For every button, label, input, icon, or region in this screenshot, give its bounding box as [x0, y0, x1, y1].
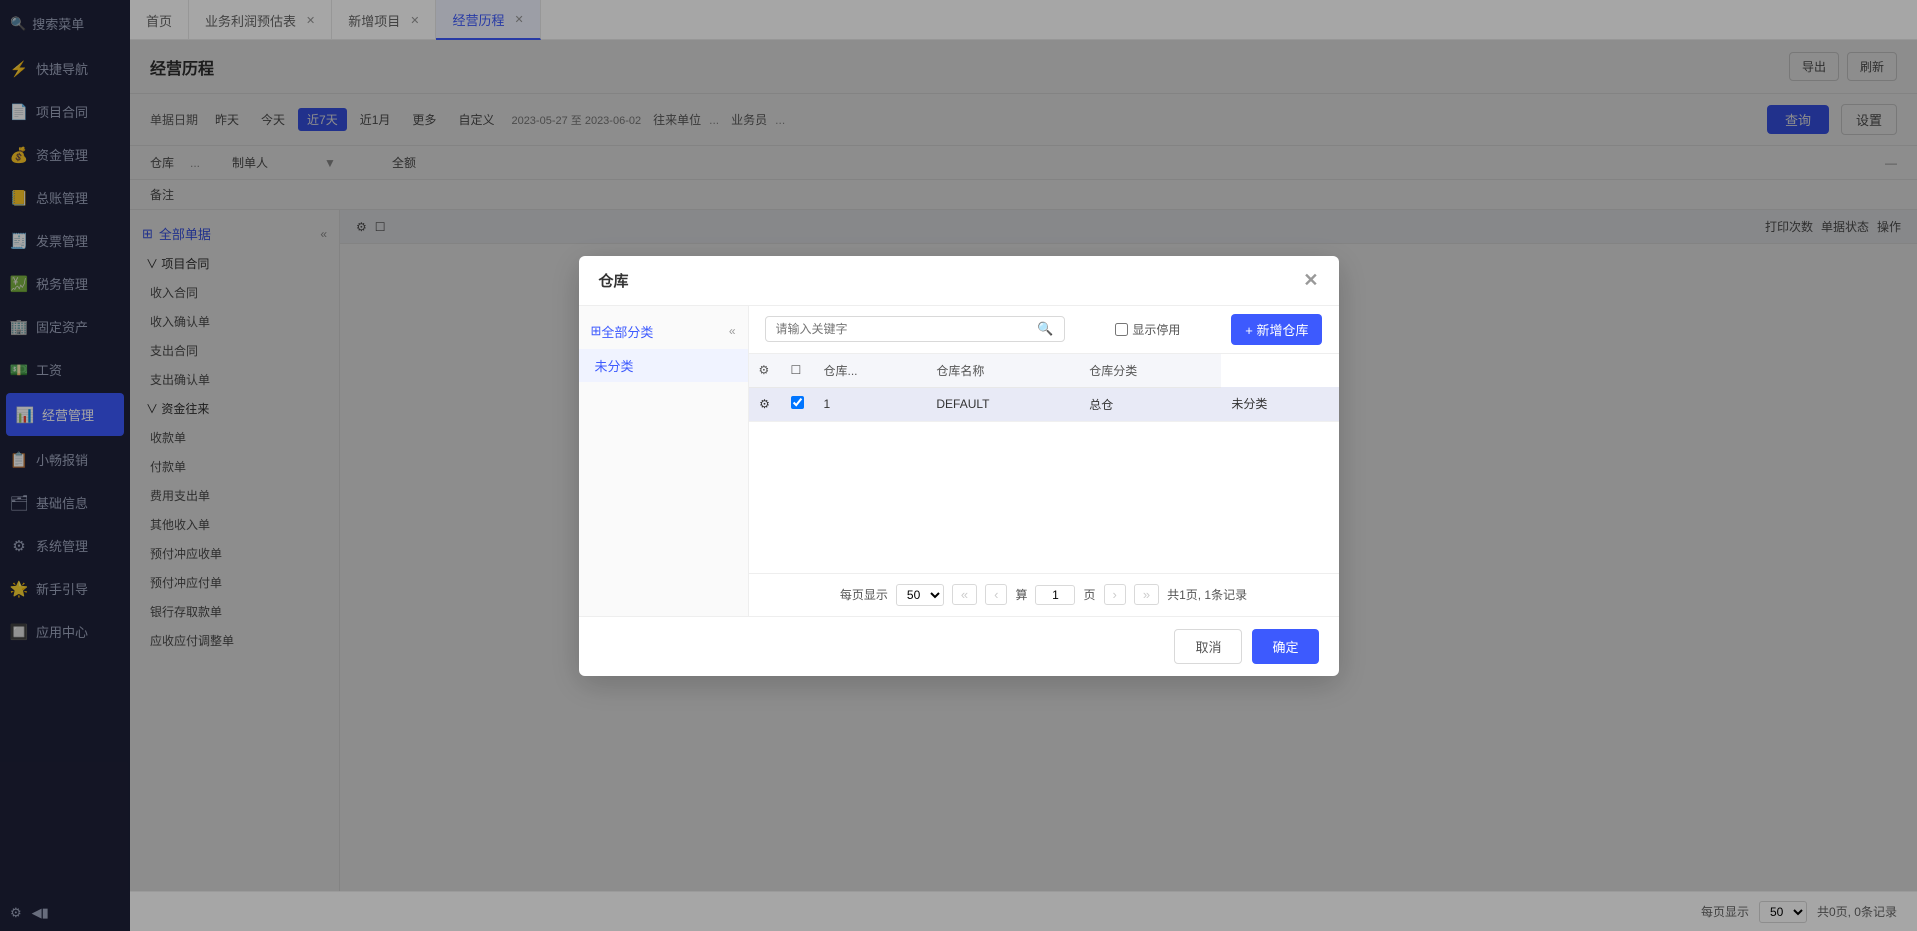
modal-search-input[interactable] [776, 322, 1032, 336]
row-code-0: DEFAULT [926, 387, 1079, 421]
modal-close-button[interactable]: ✕ [1303, 270, 1318, 291]
cancel-button[interactable]: 取消 [1174, 629, 1242, 664]
row-num-0: 1 [814, 387, 927, 421]
modal-page-label: 算 [1015, 586, 1027, 603]
modal-page-suffix: 页 [1083, 586, 1095, 603]
modal-table-wrap: ⚙ ☐ 仓库... 仓库名称 仓库分类 [749, 354, 1339, 573]
col-name-header: 仓库名称 [926, 354, 1079, 388]
col-check-header[interactable]: ☐ [781, 354, 814, 388]
row-check-0[interactable] [781, 387, 814, 421]
modal-next-page-btn[interactable]: › [1104, 584, 1126, 605]
modal-total-text: 共1页, 1条记录 [1167, 586, 1247, 603]
col-category-header: 仓库分类 [1079, 354, 1221, 388]
modal-sidebar-items: 未分类 [579, 349, 748, 382]
modal-header: 仓库 ✕ [579, 256, 1339, 306]
modal-sidebar-all[interactable]: ⊞ 全部分类 « [579, 314, 748, 349]
row-settings-0[interactable]: ⚙ [749, 387, 781, 421]
row-name-0: 总仓 [1079, 387, 1221, 421]
warehouse-modal: 仓库 ✕ ⊞ 全部分类 « 未分类 [579, 256, 1339, 676]
row-checkbox-0[interactable] [791, 396, 804, 409]
show-disabled-checkbox[interactable] [1115, 323, 1128, 336]
modal-footer: 取消 确定 [579, 616, 1339, 676]
table-row[interactable]: ⚙ 1 DEFAULT 总仓 未分类 [749, 387, 1339, 421]
modal-last-page-btn[interactable]: » [1134, 584, 1159, 605]
row-category-0: 未分类 [1221, 387, 1338, 421]
modal-sidebar-collapse[interactable]: « [729, 324, 736, 338]
modal-sidebar-all-label: 全部分类 [601, 322, 653, 341]
modal-search-box[interactable]: 🔍 [765, 316, 1065, 342]
col-num-header: 仓库... [814, 354, 927, 388]
modal-pagination: 每页显示 50 « ‹ 算 页 › » 共1页, 1条记录 [749, 573, 1339, 616]
modal-table-body: ⚙ 1 DEFAULT 总仓 未分类 [749, 387, 1339, 421]
modal-search-icon: 🔍 [1037, 321, 1053, 337]
modal-toolbar: 🔍 显示停用 + 新增仓库 [749, 306, 1339, 354]
modal-prev-page-btn[interactable]: ‹ [985, 584, 1007, 605]
col-settings-header[interactable]: ⚙ [749, 354, 781, 388]
modal-page-input[interactable] [1035, 585, 1075, 605]
grid-icon-modal: ⊞ [591, 323, 602, 339]
modal-sidebar-item-uncategorized[interactable]: 未分类 [579, 349, 748, 382]
add-warehouse-button[interactable]: + 新增仓库 [1231, 314, 1322, 345]
modal-right-content: 🔍 显示停用 + 新增仓库 ⚙ ☐ [749, 306, 1339, 616]
modal-per-page-label: 每页显示 [840, 586, 888, 603]
modal-table-head: ⚙ ☐ 仓库... 仓库名称 仓库分类 [749, 354, 1339, 388]
modal-per-page-select[interactable]: 50 [896, 584, 944, 606]
modal-title: 仓库 [599, 270, 629, 291]
confirm-button[interactable]: 确定 [1252, 629, 1318, 664]
modal-first-page-btn[interactable]: « [952, 584, 977, 605]
show-disabled-label[interactable]: 显示停用 [1115, 321, 1180, 338]
modal-body: ⊞ 全部分类 « 未分类 [579, 306, 1339, 616]
modal-sidebar: ⊞ 全部分类 « 未分类 [579, 306, 749, 616]
modal-overlay: 仓库 ✕ ⊞ 全部分类 « 未分类 [0, 0, 1917, 931]
modal-table: ⚙ ☐ 仓库... 仓库名称 仓库分类 [749, 354, 1339, 422]
